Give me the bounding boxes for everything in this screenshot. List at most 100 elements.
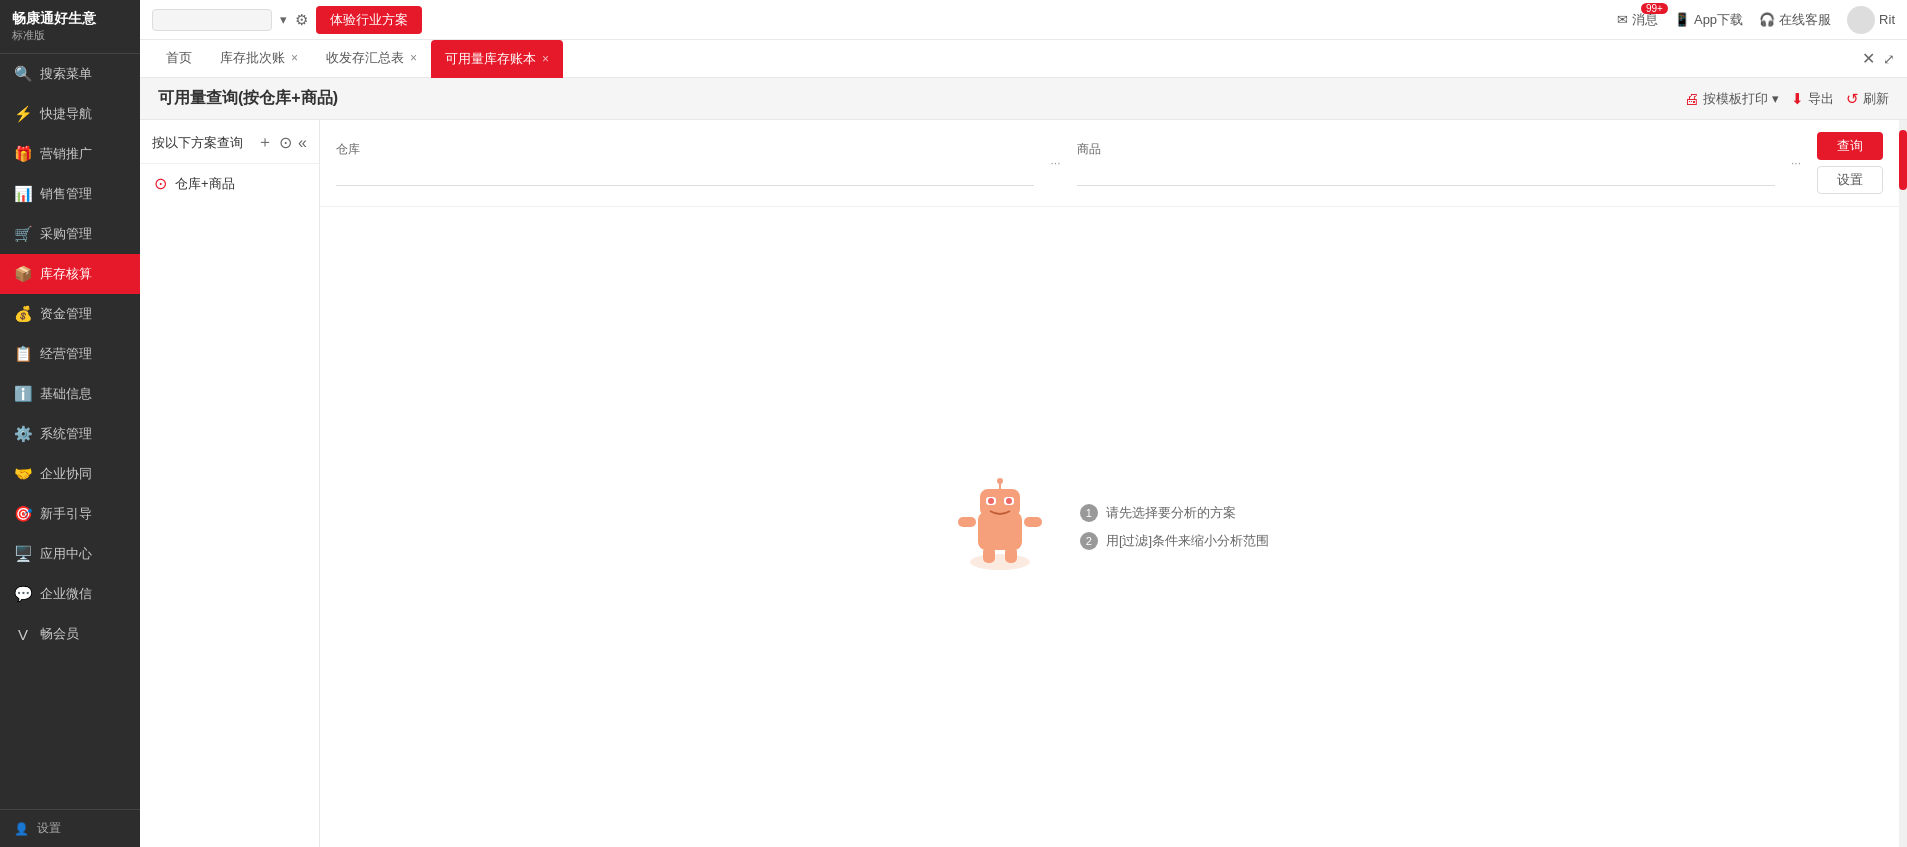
tabs-bar: 首页 库存批次账 × 收发存汇总表 × 可用量库存账本 × ✕ ⤢ (140, 40, 1907, 78)
refresh-action[interactable]: ↺ 刷新 (1846, 90, 1889, 108)
goods-more-btn[interactable]: ··· (1791, 156, 1801, 170)
sidebar-item-label: 快捷导航 (40, 105, 92, 123)
sidebar-item-guide[interactable]: 🎯 新手引导 (0, 494, 140, 534)
tab-close-icon[interactable]: × (542, 52, 549, 66)
tip-num-2: 2 (1080, 532, 1098, 550)
svg-rect-1 (978, 512, 1022, 550)
collapse-filter-icon[interactable]: « (298, 134, 307, 152)
sidebar-bottom: 👤 设置 (0, 809, 140, 847)
filter-item-warehouse-goods[interactable]: ⊙ 仓库+商品 (140, 164, 319, 203)
headset-icon: 🎧 (1759, 12, 1775, 27)
refresh-icon: ↺ (1846, 90, 1859, 108)
filter-item-label: 仓库+商品 (175, 175, 235, 193)
target-icon: 🎯 (14, 505, 32, 523)
cart-icon: 🛒 (14, 225, 32, 243)
settings-button[interactable]: 设置 (1817, 166, 1883, 194)
sidebar-item-label: 资金管理 (40, 305, 92, 323)
warehouse-label: 仓库 (336, 141, 1034, 158)
sidebar-item-label: 应用中心 (40, 545, 92, 563)
clipboard-icon: 📋 (14, 345, 32, 363)
user-avatar-item[interactable]: Rit (1847, 6, 1895, 34)
content-area: 按以下方案查询 ＋ ⊙ « ⊙ 仓库+商品 仓库 ··· (140, 120, 1907, 847)
search-input[interactable] (152, 9, 272, 31)
search-icon: 🔍 (14, 65, 32, 83)
tip-num-1: 1 (1080, 504, 1098, 522)
warehouse-more-btn[interactable]: ··· (1050, 156, 1060, 170)
sidebar-item-inventory[interactable]: 📦 库存核算 (0, 254, 140, 294)
user-name: Rit (1879, 12, 1895, 27)
print-label: 按模板打印 (1703, 90, 1768, 108)
sidebar-item-finance[interactable]: 💰 资金管理 (0, 294, 140, 334)
right-scrollbar[interactable] (1899, 120, 1907, 847)
query-button[interactable]: 查询 (1817, 132, 1883, 160)
svg-rect-10 (1005, 547, 1017, 563)
message-item[interactable]: ✉ 消息 99+ (1617, 11, 1658, 29)
sidebar-item-label: 搜索菜单 (40, 65, 92, 83)
export-label: 导出 (1808, 90, 1834, 108)
chat-icon: 💬 (14, 585, 32, 603)
monitor-icon: 🖥️ (14, 545, 32, 563)
print-dropdown-icon[interactable]: ▾ (1772, 91, 1779, 106)
tab-batch-account[interactable]: 库存批次账 × (206, 40, 312, 78)
sidebar-item-basic[interactable]: ℹ️ 基础信息 (0, 374, 140, 414)
sidebar-item-label: 系统管理 (40, 425, 92, 443)
settings-gear-icon[interactable]: ⚙ (295, 11, 308, 29)
tab-close-icon[interactable]: × (410, 51, 417, 65)
dropdown-icon[interactable]: ▾ (280, 12, 287, 27)
refresh-label: 刷新 (1863, 90, 1889, 108)
expand-icon[interactable]: ⤢ (1883, 51, 1895, 67)
sidebar-item-wechat[interactable]: 💬 企业微信 (0, 574, 140, 614)
sidebar-item-collab[interactable]: 🤝 企业协同 (0, 454, 140, 494)
sidebar-item-sales[interactable]: 📊 销售管理 (0, 174, 140, 214)
sidebar-item-label: 基础信息 (40, 385, 92, 403)
scrollbar-thumb[interactable] (1899, 130, 1907, 190)
sidebar-item-member[interactable]: V 畅会员 (0, 614, 140, 654)
sidebar-item-marketing[interactable]: 🎁 营销推广 (0, 134, 140, 174)
sidebar-item-label: 采购管理 (40, 225, 92, 243)
sidebar-item-system[interactable]: ⚙️ 系统管理 (0, 414, 140, 454)
sidebar-item-shortcut[interactable]: ⚡ 快捷导航 (0, 94, 140, 134)
app-download-label: App下载 (1694, 11, 1743, 29)
sidebar-item-label: 经营管理 (40, 345, 92, 363)
filter-panel: 按以下方案查询 ＋ ⊙ « ⊙ 仓库+商品 (140, 120, 320, 847)
sidebar-item-operations[interactable]: 📋 经营管理 (0, 334, 140, 374)
tab-available-qty[interactable]: 可用量库存账本 × (431, 40, 563, 78)
warehouse-input[interactable] (336, 162, 1034, 186)
handshake-icon: 🤝 (14, 465, 32, 483)
add-filter-icon[interactable]: ＋ (257, 132, 273, 153)
sidebar-bottom-label: 设置 (37, 820, 61, 837)
sidebar-item-apps[interactable]: 🖥️ 应用中心 (0, 534, 140, 574)
gift-icon: 🎁 (14, 145, 32, 163)
chart-icon: 📊 (14, 185, 32, 203)
tab-home[interactable]: 首页 (152, 40, 206, 78)
gear-icon: ⚙️ (14, 425, 32, 443)
phone-icon: 📱 (1674, 12, 1690, 27)
app-title: 畅康通好生意 (12, 10, 128, 28)
trial-button[interactable]: 体验行业方案 (316, 6, 422, 34)
close-all-tabs-icon[interactable]: ✕ (1862, 49, 1875, 68)
tab-summary[interactable]: 收发存汇总表 × (312, 40, 431, 78)
empty-tips: 1 请先选择要分析的方案 2 用[过滤]条件来缩小分析范围 (1080, 504, 1269, 550)
sidebar-bottom-icon: 👤 (14, 822, 29, 836)
query-buttons: 查询 设置 (1817, 132, 1883, 194)
query-bar: 仓库 ··· 商品 ··· 查询 设置 (320, 120, 1899, 207)
online-service-item[interactable]: 🎧 在线客服 (1759, 11, 1831, 29)
export-icon: ⬇ (1791, 90, 1804, 108)
goods-input[interactable] (1077, 162, 1775, 186)
goods-field: 商品 (1077, 141, 1775, 186)
print-action[interactable]: 🖨 按模板打印 ▾ (1684, 90, 1779, 108)
export-action[interactable]: ⬇ 导出 (1791, 90, 1834, 108)
page-header: 可用量查询(按仓库+商品) 🖨 按模板打印 ▾ ⬇ 导出 ↺ 刷新 (140, 78, 1907, 120)
app-download-item[interactable]: 📱 App下载 (1674, 11, 1743, 29)
tip-text-2: 用[过滤]条件来缩小分析范围 (1106, 532, 1269, 550)
filter-panel-title: 按以下方案查询 (152, 134, 243, 152)
empty-tip-2: 2 用[过滤]条件来缩小分析范围 (1080, 532, 1269, 550)
sidebar-item-search[interactable]: 🔍 搜索菜单 (0, 54, 140, 94)
sidebar-item-purchase[interactable]: 🛒 采购管理 (0, 214, 140, 254)
svg-point-5 (988, 498, 994, 504)
topbar: ▾ ⚙ 体验行业方案 ✉ 消息 99+ 📱 App下载 🎧 在线客服 Rit (140, 0, 1907, 40)
tab-close-icon[interactable]: × (291, 51, 298, 65)
page-actions: 🖨 按模板打印 ▾ ⬇ 导出 ↺ 刷新 (1684, 90, 1889, 108)
settings-filter-icon[interactable]: ⊙ (279, 133, 292, 152)
sidebar-item-label: 新手引导 (40, 505, 92, 523)
